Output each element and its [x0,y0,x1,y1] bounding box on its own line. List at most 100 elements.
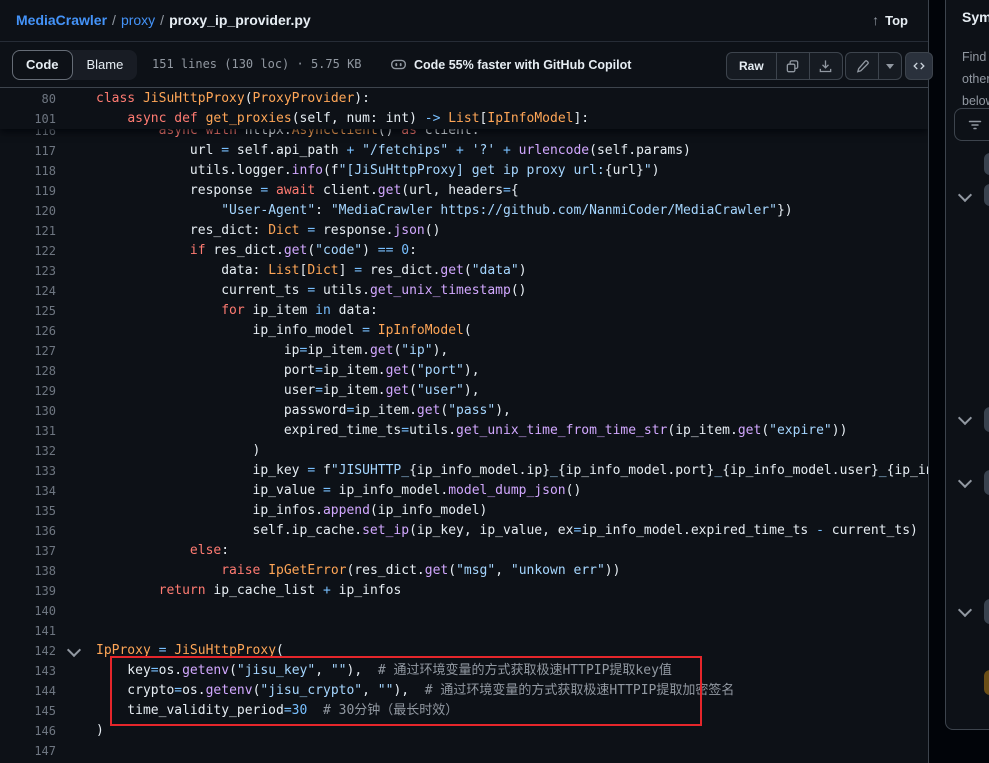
copy-raw-button[interactable] [776,53,809,79]
symbol-collapse-chevron-icon[interactable] [958,603,972,617]
line-number[interactable]: 142 [0,641,56,661]
line-number[interactable]: 143 [0,661,56,681]
gutter [56,89,96,109]
gutter [56,541,96,561]
code-text: key=os.getenv("jisu_key", ""), # 通过环境变量的… [96,661,672,681]
breadcrumb-repo-link[interactable]: MediaCrawler [16,12,107,28]
line-number[interactable]: 121 [0,221,56,241]
line-number[interactable]: 141 [0,621,56,641]
code-text: crypto=os.getenv("jisu_crypto", ""), # 通… [96,681,734,701]
line-number[interactable]: 134 [0,481,56,501]
code-line: 117 url = self.api_path + "/fetchips" + … [0,141,928,161]
gutter [56,221,96,241]
symbol-collapse-chevron-icon[interactable] [958,411,972,425]
tab-code[interactable]: Code [12,50,73,80]
breadcrumb-separator: / [107,12,121,28]
symbols-toggle-button[interactable] [905,52,933,80]
code-text: ip=ip_item.get("ip"), [96,341,448,361]
line-number[interactable]: 130 [0,401,56,421]
code-brackets-icon [912,59,926,73]
line-number[interactable]: 118 [0,161,56,181]
line-number[interactable]: 146 [0,721,56,741]
back-to-top-link[interactable]: ↑ Top [872,12,908,28]
line-number[interactable]: 129 [0,381,56,401]
gutter [56,361,96,381]
code-line: 120 "User-Agent": "MediaCrawler https://… [0,201,928,221]
code-line: 126 ip_info_model = IpInfoModel( [0,321,928,341]
line-number[interactable]: 119 [0,181,56,201]
line-number[interactable]: 120 [0,201,56,221]
symbol-collapse-chevron-icon[interactable] [958,474,972,488]
edit-button[interactable] [846,53,878,79]
symbol-item[interactable] [984,153,989,175]
line-number[interactable]: 101 [0,109,56,129]
code-text: password=ip_item.get("pass"), [96,401,511,421]
line-number[interactable]: 127 [0,341,56,361]
line-number[interactable]: 144 [0,681,56,701]
line-number[interactable]: 124 [0,281,56,301]
symbols-filter-button[interactable] [954,108,989,141]
gutter [56,321,96,341]
code-text: for ip_item in data: [96,301,378,321]
line-number[interactable]: 133 [0,461,56,481]
code-line: 136 self.ip_cache.set_ip(ip_key, ip_valu… [0,521,928,541]
code-text: class JiSuHttpProxy(ProxyProvider): [96,89,370,109]
symbol-collapse-chevron-icon[interactable] [958,188,972,202]
line-number[interactable]: 128 [0,361,56,381]
symbol-item[interactable] [984,599,989,624]
symbol-item[interactable] [984,407,989,432]
line-number[interactable]: 123 [0,261,56,281]
code-line: 135 ip_infos.append(ip_info_model) [0,501,928,521]
gutter [56,681,96,701]
gutter [56,461,96,481]
line-number[interactable]: 136 [0,521,56,541]
code-line: 122 if res_dict.get("code") == 0: [0,241,928,261]
line-number[interactable]: 117 [0,141,56,161]
line-number[interactable]: 131 [0,421,56,441]
code-line: 131 expired_time_ts=utils.get_unix_time_… [0,421,928,441]
line-number[interactable]: 147 [0,741,56,761]
line-number[interactable]: 137 [0,541,56,561]
code-viewer: 116 async with httpx.AsyncClient() as cl… [0,88,928,763]
line-number[interactable]: 132 [0,441,56,461]
gutter [56,301,96,321]
breadcrumb-separator: / [155,12,169,28]
line-number[interactable]: 122 [0,241,56,261]
edit-dropdown-button[interactable] [878,53,901,79]
gutter [56,241,96,261]
code-text: self.ip_cache.set_ip(ip_key, ip_value, e… [96,521,918,541]
line-number[interactable]: 126 [0,321,56,341]
copilot-banner[interactable]: Code 55% faster with GitHub Copilot [390,56,631,73]
code-line: 144 crypto=os.getenv("jisu_crypto", ""),… [0,681,928,701]
symbol-item[interactable] [984,470,989,495]
line-number[interactable]: 125 [0,301,56,321]
download-button[interactable] [809,53,842,79]
code-line: 127 ip=ip_item.get("ip"), [0,341,928,361]
code-text: current_ts = utils.get_unix_timestamp() [96,281,527,301]
code-text: utils.logger.info(f"[JiSuHttpProxy] get … [96,161,660,181]
fold-chevron-down-icon[interactable] [67,643,81,657]
line-number[interactable]: 138 [0,561,56,581]
code-line: 147 [0,741,928,761]
code-line: 125 for ip_item in data: [0,301,928,321]
code-lines: 116 async with httpx.AsyncClient() as cl… [0,121,928,761]
raw-button[interactable]: Raw [727,53,776,79]
code-line: 124 current_ts = utils.get_unix_timestam… [0,281,928,301]
code-text: ip_key = f"JISUHTTP_{ip_info_model.ip}_{… [96,461,928,481]
code-line: 141 [0,621,928,641]
line-number[interactable]: 145 [0,701,56,721]
line-number[interactable]: 135 [0,501,56,521]
code-text: async def get_proxies(self, num: int) ->… [96,109,589,129]
line-number[interactable]: 139 [0,581,56,601]
code-text: if res_dict.get("code") == 0: [96,241,417,261]
symbol-item[interactable] [984,184,989,206]
pencil-icon [855,59,870,74]
tab-blame[interactable]: Blame [73,50,138,80]
line-number[interactable]: 80 [0,89,56,109]
copilot-banner-text: Code 55% faster with GitHub Copilot [414,58,631,72]
code-text: else: [96,541,229,561]
code-line: 139 return ip_cache_list + ip_infos [0,581,928,601]
breadcrumb-folder-link[interactable]: proxy [121,12,155,28]
line-number[interactable]: 140 [0,601,56,621]
symbol-item[interactable] [984,670,989,695]
